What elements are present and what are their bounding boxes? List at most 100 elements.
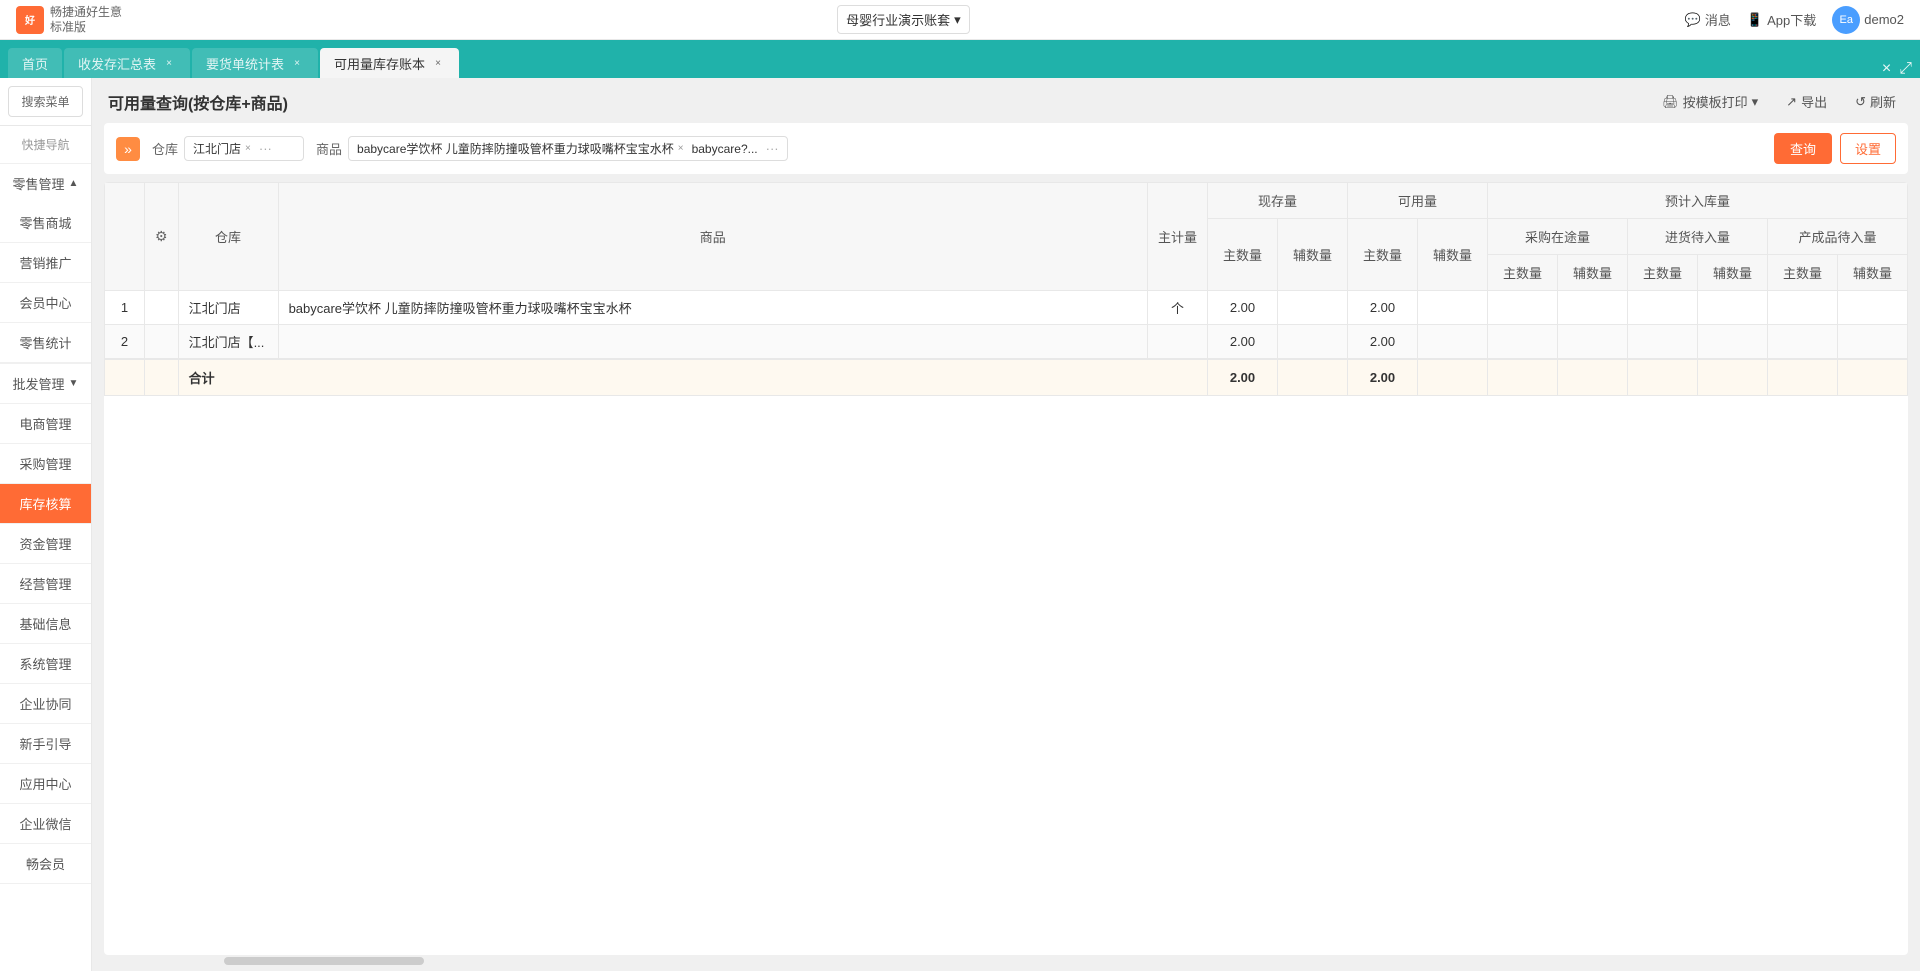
- sidebar-item-member[interactable]: 会员中心: [0, 283, 91, 323]
- refresh-btn[interactable]: ↺ 刷新: [1847, 88, 1904, 115]
- sidebar-item-newguide[interactable]: 新手引导: [0, 724, 91, 764]
- sidebar-item-finance[interactable]: 资金管理: [0, 524, 91, 564]
- logo-text: 畅捷通好生意 标准版: [50, 5, 122, 34]
- filter-warehouse-tag-close[interactable]: ×: [245, 143, 251, 154]
- cell-unit-1: 个: [1147, 291, 1207, 325]
- footer-empty-2: [145, 359, 179, 396]
- sidebar-item-wxenterprise[interactable]: 企业微信: [0, 804, 91, 844]
- tab-order-close[interactable]: ×: [290, 56, 304, 70]
- th-warehouse: 仓库: [178, 183, 278, 291]
- chevron-icon: ▲: [69, 178, 79, 189]
- cell-stock-main-2: 2.00: [1208, 325, 1278, 360]
- message-btn[interactable]: 💬 消息: [1685, 10, 1731, 29]
- filter-warehouse-input[interactable]: 江北门店 × ···: [184, 136, 304, 161]
- cell-stock-sub-1: [1278, 291, 1348, 325]
- tab-order[interactable]: 要货单统计表 ×: [192, 48, 318, 78]
- top-bar-right: 💬 消息 📱 App下载 Ea demo2: [1685, 6, 1904, 34]
- tab-available-close[interactable]: ×: [431, 56, 445, 70]
- app-icon: 📱: [1747, 12, 1763, 28]
- sidebar-item-zero-mall[interactable]: 零售商城: [0, 203, 91, 243]
- cell-in-sub-1: [1698, 291, 1768, 325]
- sidebar-item-nav-label: 快捷导航: [0, 126, 91, 164]
- th-prod-main: 主数量: [1768, 255, 1838, 291]
- search-menu-btn[interactable]: 搜索菜单: [8, 86, 83, 117]
- sidebar-item-zero-stat[interactable]: 零售统计: [0, 323, 91, 363]
- setting-btn[interactable]: 设置: [1840, 133, 1896, 164]
- tab-bar: 首页 收发存汇总表 × 要货单统计表 × 可用量库存账本 × × ⤢: [0, 40, 1920, 78]
- sidebar-search: 搜索菜单: [0, 78, 91, 126]
- tab-bar-right: × ⤢: [1882, 60, 1912, 78]
- th-seq: [105, 183, 145, 291]
- cell-settings-2: [145, 325, 179, 360]
- page-actions: 🖨 按模板打印 ▾ ↗ 导出 ↺ 刷新: [1654, 88, 1904, 115]
- user-menu-btn[interactable]: Ea demo2: [1832, 6, 1904, 34]
- print-icon: 🖨: [1662, 94, 1679, 110]
- cell-in-sub-2: [1698, 325, 1768, 360]
- cell-pur-main-2: [1488, 325, 1558, 360]
- th-main-unit: 主计量: [1147, 183, 1207, 291]
- export-btn[interactable]: ↗ 导出: [1778, 88, 1835, 115]
- horizontal-scrollbar[interactable]: [104, 955, 1908, 967]
- top-bar-left: 好 畅捷通好生意 标准版: [16, 5, 122, 34]
- table-container: ⚙ 仓库 商品 主计量 现存量 可用量 预计入库量 主数量 辅数量 主数量 辅数…: [104, 182, 1908, 955]
- sidebar-item-system[interactable]: 系统管理: [0, 644, 91, 684]
- tab-receivepay-close[interactable]: ×: [162, 56, 176, 70]
- tab-available[interactable]: 可用量库存账本 ×: [320, 48, 459, 78]
- filter-product-more[interactable]: ···: [766, 141, 779, 156]
- footer-label: 合计: [178, 359, 1207, 396]
- cell-unit-2: [1147, 325, 1207, 360]
- sidebar-item-inventory[interactable]: 库存核算: [0, 484, 91, 524]
- th-prod-sub: 辅数量: [1838, 255, 1908, 291]
- sidebar-item-enterprise[interactable]: 企业协同: [0, 684, 91, 724]
- query-btn[interactable]: 查询: [1774, 133, 1832, 164]
- cell-product-1: babycare学饮杯 儿童防摔防撞吸管杯重力球吸嘴杯宝宝水杯: [278, 291, 1147, 325]
- th-in-sub: 辅数量: [1698, 255, 1768, 291]
- filter-product-input[interactable]: babycare学饮杯 儿童防摔防撞吸管杯重力球吸嘴杯宝宝水杯 × babyca…: [348, 136, 788, 161]
- th-settings[interactable]: ⚙: [145, 183, 179, 291]
- industry-select[interactable]: 母婴行业演示账套 ▾: [837, 5, 970, 34]
- tab-order-label: 要货单统计表: [206, 54, 284, 73]
- tab-receivepay[interactable]: 收发存汇总表 ×: [64, 48, 190, 78]
- th-pur-main: 主数量: [1488, 255, 1558, 291]
- logo-icon: 好: [16, 6, 44, 34]
- filter-warehouse-label: 仓库: [152, 139, 178, 158]
- top-bar-center: 母婴行业演示账套 ▾: [837, 5, 970, 34]
- cell-avail-main-2: 2.00: [1348, 325, 1418, 360]
- cell-pur-sub-1: [1558, 291, 1628, 325]
- footer-pur-main: [1488, 359, 1558, 396]
- th-planned-in: 预计入库量: [1488, 183, 1908, 219]
- sidebar-item-member2[interactable]: 畅会员: [0, 844, 91, 884]
- sidebar-item-wholesale[interactable]: 批发管理 ▼: [0, 364, 91, 403]
- th-current-stock: 现存量: [1208, 183, 1348, 219]
- filter-product-tag2: babycare?...: [692, 142, 758, 156]
- tab-expand-btn[interactable]: ⤢: [1899, 60, 1912, 78]
- sidebar-item-basic[interactable]: 基础信息: [0, 604, 91, 644]
- cell-warehouse-2: 江北门店【...: [178, 325, 278, 360]
- print-btn[interactable]: 🖨 按模板打印 ▾: [1654, 88, 1766, 115]
- sidebar-item-zero-retail[interactable]: 零售管理 ▲: [0, 164, 91, 203]
- sidebar-item-appcenter[interactable]: 应用中心: [0, 764, 91, 804]
- cell-product-2: [278, 325, 1147, 360]
- filter-product-tag1-close[interactable]: ×: [678, 143, 684, 154]
- tab-home-label: 首页: [22, 54, 48, 73]
- scrollbar-thumb[interactable]: [224, 957, 424, 965]
- th-avail-sub: 辅数量: [1418, 219, 1488, 291]
- th-avail-main: 主数量: [1348, 219, 1418, 291]
- th-stock-sub: 辅数量: [1278, 219, 1348, 291]
- settings-icon[interactable]: ⚙: [155, 228, 168, 244]
- cell-pur-main-1: [1488, 291, 1558, 325]
- cell-prod-main-1: [1768, 291, 1838, 325]
- tab-home[interactable]: 首页: [8, 48, 62, 78]
- tab-close-all-btn[interactable]: ×: [1882, 60, 1891, 78]
- cell-avail-sub-1: [1418, 291, 1488, 325]
- sidebar-item-operation[interactable]: 经营管理: [0, 564, 91, 604]
- filter-expand-btn[interactable]: »: [116, 137, 140, 161]
- cell-stock-sub-2: [1278, 325, 1348, 360]
- sidebar-item-purchase[interactable]: 采购管理: [0, 444, 91, 484]
- app-download-btn[interactable]: 📱 App下载: [1747, 10, 1816, 29]
- sidebar-item-ecommerce[interactable]: 电商管理: [0, 404, 91, 444]
- sidebar-item-marketing[interactable]: 营销推广: [0, 243, 91, 283]
- filter-product-tag1: babycare学饮杯 儿童防摔防撞吸管杯重力球吸嘴杯宝宝水杯 ×: [357, 140, 684, 157]
- filter-warehouse-more[interactable]: ···: [259, 141, 272, 156]
- filter-warehouse-field: 仓库 江北门店 × ···: [152, 136, 304, 161]
